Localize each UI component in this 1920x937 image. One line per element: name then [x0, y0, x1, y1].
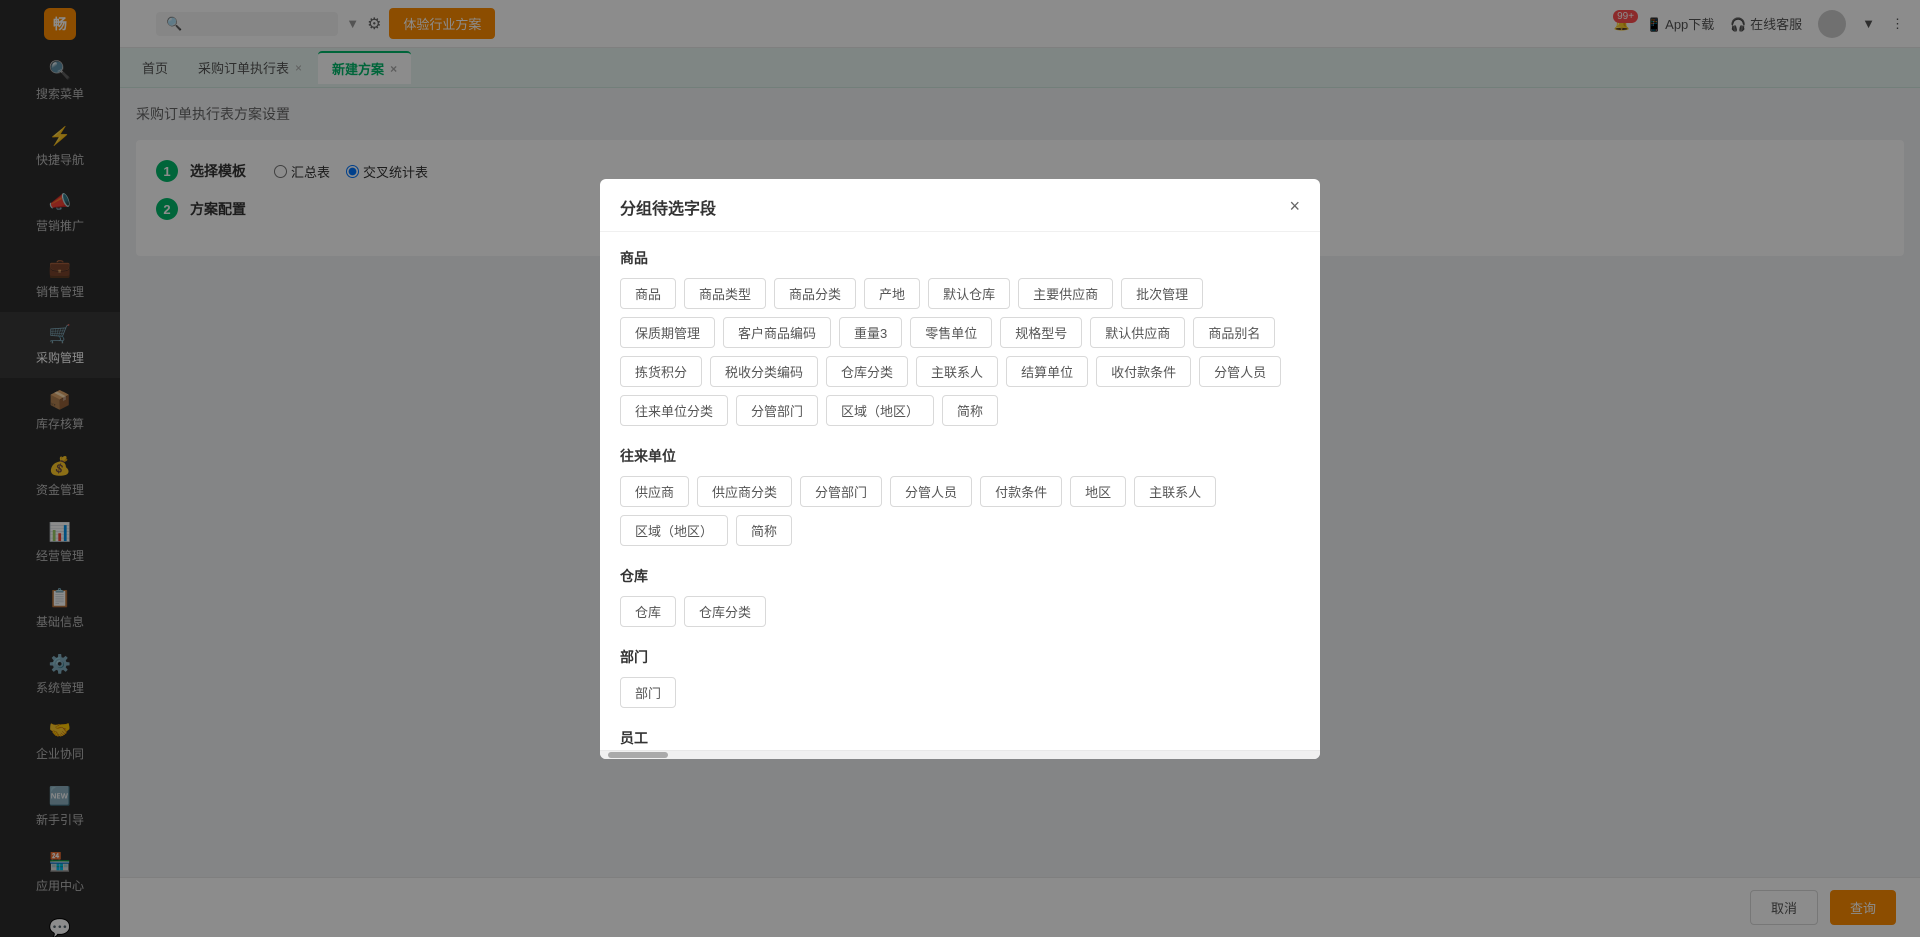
- field-chip-0-9[interactable]: 重量3: [839, 317, 902, 348]
- field-chip-0-17[interactable]: 主联系人: [916, 356, 998, 387]
- section-title-0: 商品: [620, 248, 1300, 268]
- field-chip-0-7[interactable]: 保质期管理: [620, 317, 715, 348]
- field-chip-0-22[interactable]: 分管部门: [736, 395, 818, 426]
- field-chip-0-5[interactable]: 主要供应商: [1018, 278, 1113, 309]
- field-chip-0-1[interactable]: 商品类型: [684, 278, 766, 309]
- field-chip-0-18[interactable]: 结算单位: [1006, 356, 1088, 387]
- field-chip-0-19[interactable]: 收付款条件: [1096, 356, 1191, 387]
- field-chip-1-3[interactable]: 分管人员: [890, 476, 972, 507]
- field-chip-0-11[interactable]: 规格型号: [1000, 317, 1082, 348]
- field-section-1: 往来单位供应商供应商分类分管部门分管人员付款条件地区主联系人区域（地区） 简称: [620, 446, 1300, 546]
- modal-title: 分组待选字段: [620, 195, 716, 219]
- field-chip-0-16[interactable]: 仓库分类: [826, 356, 908, 387]
- field-chips-3: 部门: [620, 677, 1300, 708]
- field-chip-0-21[interactable]: 往来单位分类: [620, 395, 728, 426]
- field-chip-1-8[interactable]: 简称: [736, 515, 792, 546]
- field-chip-0-2[interactable]: 商品分类: [774, 278, 856, 309]
- field-chip-1-0[interactable]: 供应商: [620, 476, 689, 507]
- field-chip-2-0[interactable]: 仓库: [620, 596, 676, 627]
- field-chips-1: 供应商供应商分类分管部门分管人员付款条件地区主联系人区域（地区） 简称: [620, 476, 1300, 546]
- field-chip-0-8[interactable]: 客户商品编码: [723, 317, 831, 348]
- section-title-1: 往来单位: [620, 446, 1300, 466]
- field-chip-1-5[interactable]: 地区: [1070, 476, 1126, 507]
- field-chip-0-0[interactable]: 商品: [620, 278, 676, 309]
- modal-close-button[interactable]: ×: [1289, 196, 1300, 217]
- field-chip-3-0[interactable]: 部门: [620, 677, 676, 708]
- field-chip-1-2[interactable]: 分管部门: [800, 476, 882, 507]
- modal-header: 分组待选字段 ×: [600, 179, 1320, 232]
- field-chip-0-14[interactable]: 拣货积分: [620, 356, 702, 387]
- section-title-4: 员工: [620, 728, 1300, 748]
- field-chip-2-1[interactable]: 仓库分类: [684, 596, 766, 627]
- field-chip-0-4[interactable]: 默认仓库: [928, 278, 1010, 309]
- field-section-0: 商品商品商品类型商品分类产地默认仓库主要供应商批次管理保质期管理客户商品编码重量…: [620, 248, 1300, 426]
- modal-horizontal-scrollbar[interactable]: [600, 750, 1320, 759]
- field-chip-0-3[interactable]: 产地: [864, 278, 920, 309]
- field-section-3: 部门部门: [620, 647, 1300, 708]
- field-chip-0-13[interactable]: 商品别名: [1193, 317, 1275, 348]
- modal-overlay: 分组待选字段 × 商品商品商品类型商品分类产地默认仓库主要供应商批次管理保质期管…: [0, 0, 1920, 937]
- field-chip-1-6[interactable]: 主联系人: [1134, 476, 1216, 507]
- field-chip-0-20[interactable]: 分管人员: [1199, 356, 1281, 387]
- field-chips-0: 商品商品类型商品分类产地默认仓库主要供应商批次管理保质期管理客户商品编码重量3 零…: [620, 278, 1300, 426]
- field-section-4: 员工业务员: [620, 728, 1300, 750]
- field-chip-0-15[interactable]: 税收分类编码: [710, 356, 818, 387]
- field-chip-0-12[interactable]: 默认供应商: [1090, 317, 1185, 348]
- field-chip-1-7[interactable]: 区域（地区）: [620, 515, 728, 546]
- field-chip-0-24[interactable]: 简称: [942, 395, 998, 426]
- modal-dialog: 分组待选字段 × 商品商品商品类型商品分类产地默认仓库主要供应商批次管理保质期管…: [600, 179, 1320, 759]
- field-chip-0-6[interactable]: 批次管理: [1121, 278, 1203, 309]
- field-chips-2: 仓库仓库分类: [620, 596, 1300, 627]
- modal-body[interactable]: 商品商品商品类型商品分类产地默认仓库主要供应商批次管理保质期管理客户商品编码重量…: [600, 232, 1320, 750]
- field-section-2: 仓库仓库仓库分类: [620, 566, 1300, 627]
- field-chip-1-4[interactable]: 付款条件: [980, 476, 1062, 507]
- field-chip-0-10[interactable]: 零售单位: [910, 317, 992, 348]
- field-chip-0-23[interactable]: 区域（地区）: [826, 395, 934, 426]
- section-title-3: 部门: [620, 647, 1300, 667]
- section-title-2: 仓库: [620, 566, 1300, 586]
- field-chip-1-1[interactable]: 供应商分类: [697, 476, 792, 507]
